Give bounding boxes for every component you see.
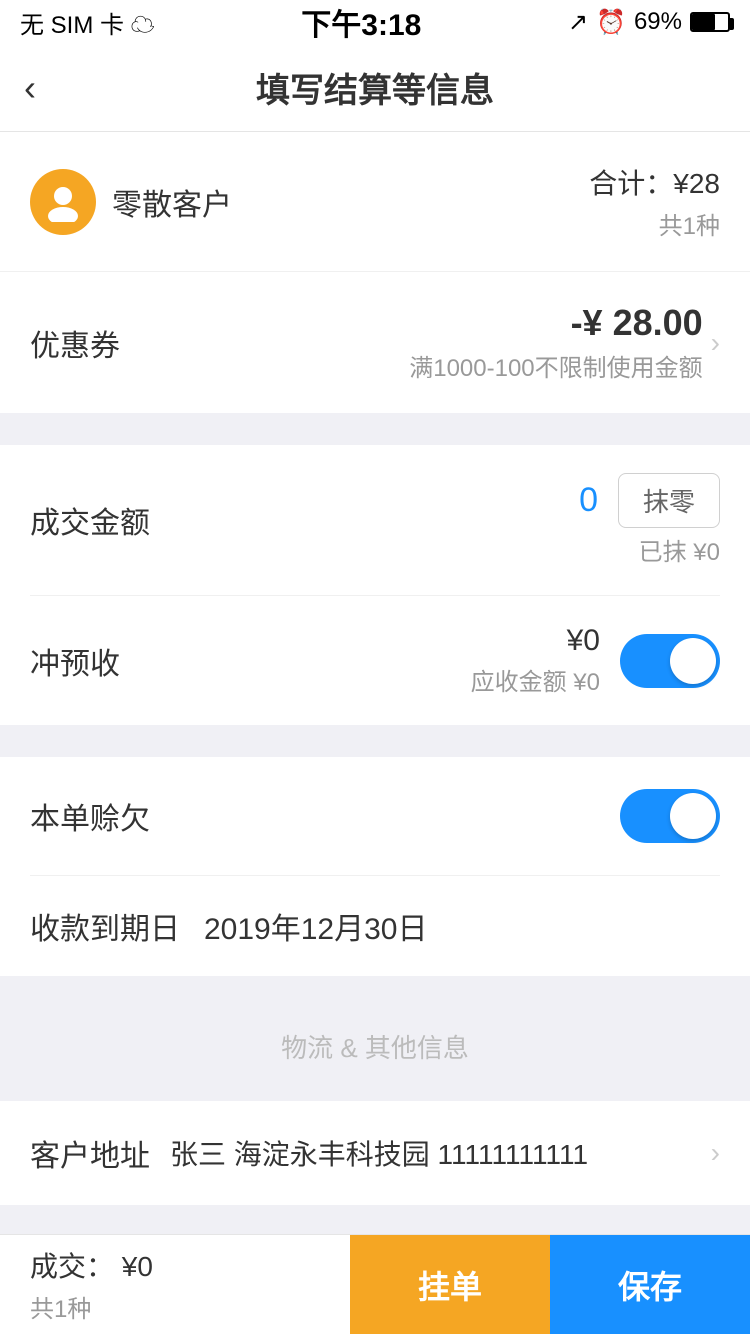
address-row[interactable]: 客户地址 张三 海淀永丰科技园 11111111111 › (30, 1101, 720, 1205)
coupon-label: 优惠券 (30, 321, 120, 365)
total-count: 共1种 (589, 206, 720, 241)
debt-toggle[interactable] (620, 789, 720, 843)
status-time: 下午3:18 (301, 0, 421, 44)
status-right: ↗ ⏰ 69% (568, 8, 730, 37)
save-button[interactable]: 保存 (550, 1235, 750, 1334)
debt-due-label: 收款到期日 (30, 904, 180, 948)
separator-4 (0, 1085, 750, 1101)
page-title: 填写结算等信息 (256, 63, 494, 112)
bottom-bar: 成交： ¥0 共1种 挂单 保存 (0, 1234, 750, 1334)
deal-amount-value: 0 (579, 481, 598, 520)
location-icon: ↗ (568, 8, 588, 37)
bottom-info: 成交： ¥0 共1种 (0, 1235, 350, 1334)
customer-section: 零散客户 合计：¥28 共1种 优惠券 -¥ 28.00 满1000-100不限… (0, 132, 750, 413)
debt-row: 本单赊欠 (30, 757, 720, 876)
bottom-deal-value: ¥0 (122, 1251, 153, 1282)
pre-receive-label: 冲预收 (30, 639, 120, 683)
coupon-discount: -¥ 28.00 (409, 302, 702, 344)
address-value: 张三 海淀永丰科技园 11111111111 (170, 1133, 711, 1173)
alarm-icon: ⏰ (596, 8, 626, 37)
separator-3 (0, 992, 750, 1008)
deal-amount-row: 成交金额 0 抹零 已抹 ¥0 (30, 445, 720, 596)
avatar (30, 169, 96, 235)
deal-amount-right: 0 抹零 已抹 ¥0 (579, 473, 720, 567)
address-label: 客户地址 (30, 1131, 150, 1175)
debt-label: 本单赊欠 (30, 794, 150, 838)
separator-2 (0, 741, 750, 757)
status-left: 无 SIM 卡 ☁ (20, 5, 155, 40)
customer-total: 合计：¥28 共1种 (589, 162, 720, 241)
pre-receive-right: ¥0 应收金额 ¥0 (471, 624, 720, 697)
coupon-row[interactable]: 优惠券 -¥ 28.00 满1000-100不限制使用金额 › (0, 271, 750, 413)
round-zero-button[interactable]: 抹零 (618, 473, 720, 528)
pending-button[interactable]: 挂单 (350, 1235, 550, 1334)
logistics-divider: 物流 & 其他信息 (0, 1008, 750, 1085)
bottom-deal-label: 成交： (30, 1251, 114, 1282)
debt-date-row: 收款到期日 2019年12月30日 (30, 876, 720, 976)
pre-receive-amounts: ¥0 应收金额 ¥0 (471, 624, 600, 697)
nav-bar: ‹ 填写结算等信息 (0, 44, 750, 132)
customer-row: 零散客户 合计：¥28 共1种 (0, 132, 750, 271)
logistics-label: 物流 & 其他信息 (281, 1033, 469, 1063)
total-amount: 合计：¥28 (589, 162, 720, 202)
debt-section: 本单赊欠 收款到期日 2019年12月30日 (0, 757, 750, 976)
battery-text: 69% (634, 8, 682, 36)
separator-5 (0, 1205, 750, 1221)
back-button[interactable]: ‹ (24, 67, 36, 109)
pre-receive-main: ¥0 (471, 624, 600, 658)
coupon-chevron-icon: › (711, 327, 720, 359)
pre-receive-toggle[interactable] (620, 634, 720, 688)
deal-right: 0 抹零 (579, 473, 720, 528)
bottom-deal-amount: 成交： ¥0 (30, 1245, 320, 1285)
bottom-count: 共1种 (30, 1289, 320, 1324)
deal-section: 成交金额 0 抹零 已抹 ¥0 冲预收 ¥0 应收金额 ¥0 (0, 445, 750, 725)
customer-name: 零散客户 (112, 180, 232, 224)
address-chevron-icon: › (711, 1137, 720, 1169)
debt-due-date: 2019年12月30日 (204, 904, 427, 948)
pre-receive-row: 冲预收 ¥0 应收金额 ¥0 (30, 596, 720, 725)
separator-1 (0, 429, 750, 445)
coupon-desc: 满1000-100不限制使用金额 (409, 348, 702, 383)
pre-receive-sub: 应收金额 ¥0 (471, 662, 600, 697)
deal-amount-label: 成交金额 (30, 498, 150, 542)
coupon-right: -¥ 28.00 满1000-100不限制使用金额 › (409, 302, 720, 383)
status-bar: 无 SIM 卡 ☁ 下午3:18 ↗ ⏰ 69% (0, 0, 750, 44)
address-section[interactable]: 客户地址 张三 海淀永丰科技园 11111111111 › (0, 1101, 750, 1205)
deal-amount-sub: 已抹 ¥0 (579, 532, 720, 567)
battery-icon (690, 12, 730, 32)
coupon-info: -¥ 28.00 满1000-100不限制使用金额 (409, 302, 702, 383)
sim-wifi-text: 无 SIM 卡 ☁ (20, 5, 155, 40)
customer-left: 零散客户 (30, 169, 232, 235)
